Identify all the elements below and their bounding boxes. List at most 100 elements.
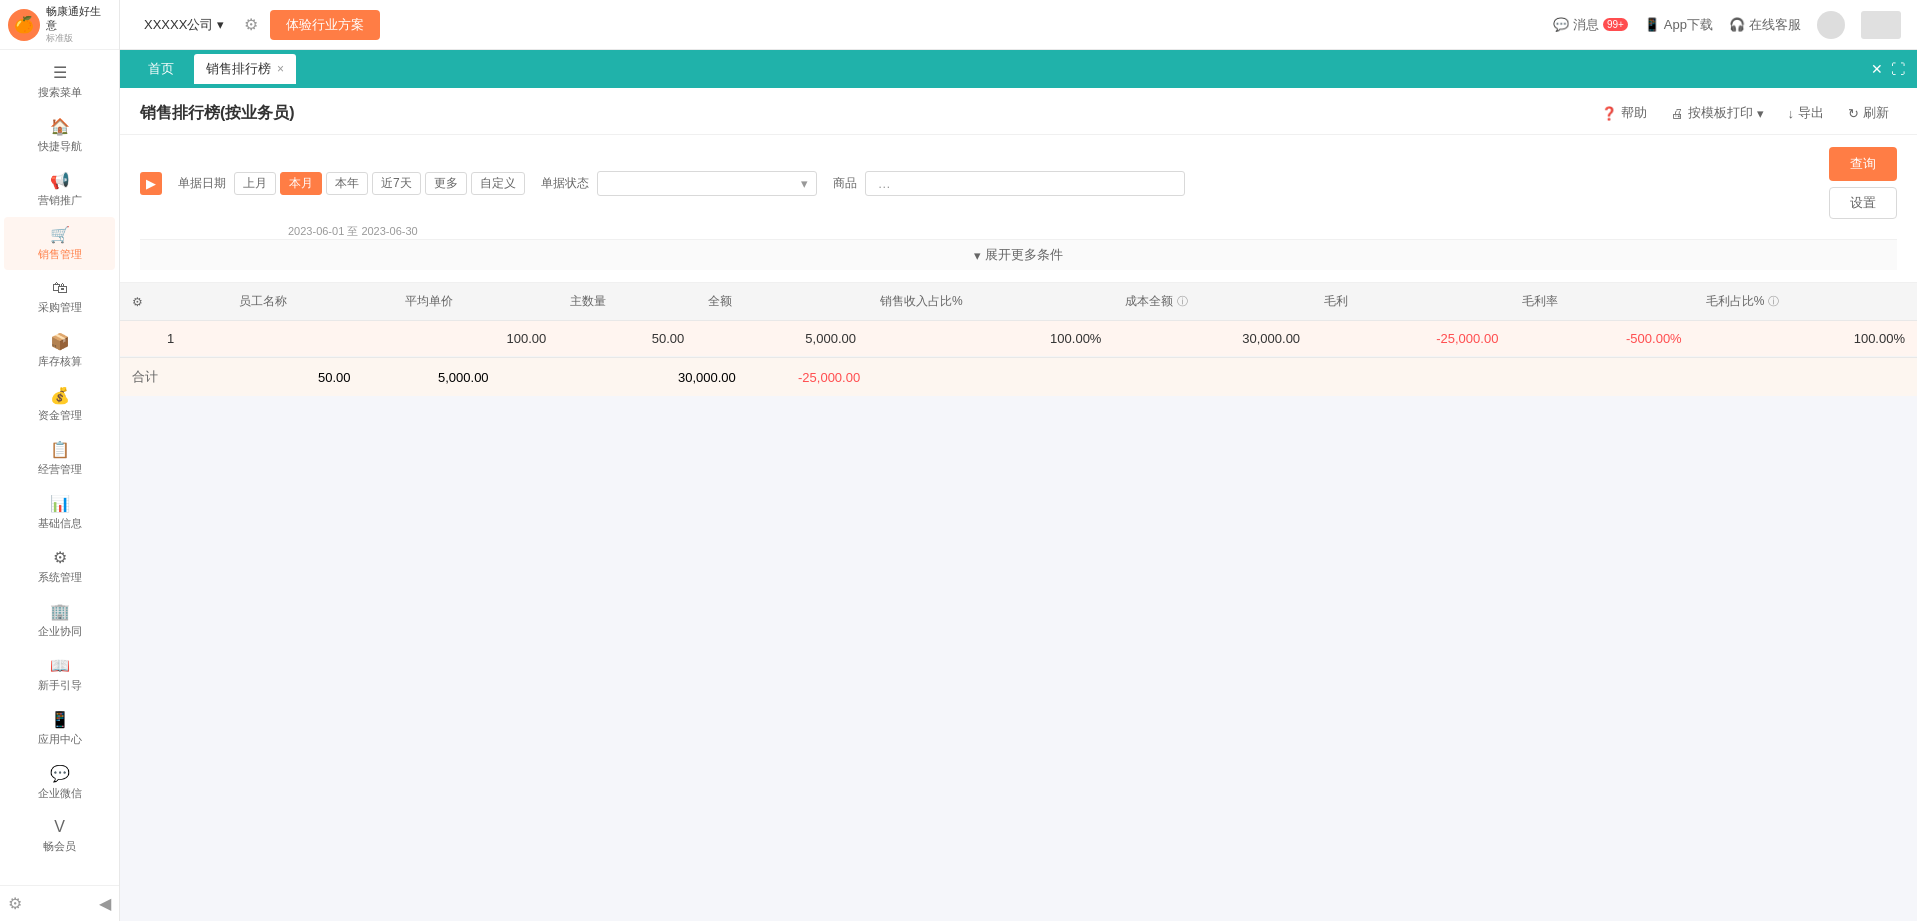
collapse-icon[interactable]: ◀ (99, 894, 111, 913)
app-download-button[interactable]: 📱 App下载 (1644, 16, 1713, 34)
help-icon: ❓ (1601, 106, 1617, 121)
logo-badge: 标准版 (46, 32, 111, 45)
date-btn-1[interactable]: 本月 (280, 172, 322, 195)
gross-pct-info-icon: ⓘ (1768, 295, 1779, 307)
help-button[interactable]: ❓ 帮助 (1593, 100, 1655, 126)
query-button[interactable]: 查询 (1829, 147, 1897, 181)
company-name: XXXXX公司 (144, 16, 213, 34)
expand-conditions-button[interactable]: ▾ 展开更多条件 (974, 246, 1063, 264)
filter-area: ▶ 单据日期 上月本月本年近7天更多自定义 单据状态 ▾ (120, 135, 1917, 283)
table-header: ⚙ 员工名称 平均单价 主数量 全额 销售收入占比% 成本全额 ⓘ 毛利 毛利率 (120, 283, 1917, 321)
table-wrapper: ⚙ 员工名称 平均单价 主数量 全额 销售收入占比% 成本全额 ⓘ 毛利 毛利率 (120, 283, 1917, 357)
headset-icon: 🎧 (1729, 17, 1745, 32)
wechat-label: 企业微信 (38, 786, 82, 801)
sidebar-item-apps[interactable]: 📱 应用中心 (4, 702, 115, 755)
tab-maximize-icon[interactable]: ⛶ (1891, 61, 1905, 77)
wechat-icon: 💬 (50, 764, 70, 783)
date-btn-5[interactable]: 自定义 (471, 172, 525, 195)
row-avg-price: 100.00 (393, 321, 559, 357)
sidebar-item-system[interactable]: ⚙ 系统管理 (4, 540, 115, 593)
sidebar-item-finance[interactable]: 💰 资金管理 (4, 378, 115, 431)
settings-icon[interactable]: ⚙ (8, 894, 22, 913)
goods-label: 商品 (833, 175, 857, 192)
chevron-down-icon: ▾ (974, 248, 981, 263)
tabbar-right: ✕ ⛶ (1871, 61, 1905, 77)
main-area: XXXXX公司 ▾ ⚙ 体验行业方案 💬 消息 99+ 📱 App下载 🎧 在线… (120, 0, 1917, 921)
print-icon: 🖨 (1671, 106, 1684, 121)
member-icon: V (54, 818, 65, 836)
col-cost: 成本全额 ⓘ (1113, 283, 1312, 321)
sidebar-item-corp[interactable]: 🏢 企业协同 (4, 594, 115, 647)
message-button[interactable]: 💬 消息 99+ (1553, 16, 1628, 34)
print-label: 按模板打印 (1688, 104, 1753, 122)
sidebar-item-purchase[interactable]: 🛍 采购管理 (4, 271, 115, 323)
sidebar-item-search[interactable]: ☰ 搜索菜单 (4, 55, 115, 108)
tab-label: 销售排行榜 (206, 60, 271, 78)
goods-select[interactable]: … (865, 171, 1185, 196)
date-btn-3[interactable]: 近7天 (372, 172, 421, 195)
date-btn-2[interactable]: 本年 (326, 172, 368, 195)
row-main-qty: 50.00 (558, 321, 696, 357)
page-title: 销售排行榜(按业务员) (140, 103, 295, 124)
tab-sales-ranking[interactable]: 销售排行榜 × (194, 54, 296, 84)
shortcut-label: 快捷导航 (38, 139, 82, 154)
topbar-gear-icon[interactable]: ⚙ (244, 15, 258, 34)
sidebar-item-member[interactable]: V 畅会员 (4, 810, 115, 862)
trial-button[interactable]: 体验行业方案 (270, 10, 380, 40)
sidebar-item-marketing[interactable]: 📢 营销推广 (4, 163, 115, 216)
online-service-label: 在线客服 (1749, 16, 1801, 34)
cost-info-icon: ⓘ (1177, 295, 1188, 307)
message-label: 消息 (1573, 16, 1599, 34)
settings-button[interactable]: 设置 (1829, 187, 1897, 219)
refresh-label: 刷新 (1863, 104, 1889, 122)
footer-main-qty: 50.00 (318, 370, 398, 385)
footer-amount: 5,000.00 (438, 370, 518, 385)
apps-icon: 📱 (50, 710, 70, 729)
tab-close-icon[interactable]: × (277, 62, 284, 76)
sidebar-item-inventory[interactable]: 📦 库存核算 (4, 324, 115, 377)
filter-expand-icon[interactable]: ▶ (140, 172, 162, 195)
shortcut-icon: 🏠 (50, 117, 70, 136)
row-gross-rate: -500.00% (1510, 321, 1693, 357)
sidebar-item-operations[interactable]: 📋 经营管理 (4, 432, 115, 485)
goods-filter: 商品 … (833, 171, 1185, 196)
row-sales-pct: 100.00% (868, 321, 1113, 357)
basic-icon: 📊 (50, 494, 70, 513)
refresh-button[interactable]: ↻ 刷新 (1840, 100, 1897, 126)
col-main-qty: 主数量 (558, 283, 696, 321)
sidebar-item-shortcut[interactable]: 🏠 快捷导航 (4, 109, 115, 162)
online-service-button[interactable]: 🎧 在线客服 (1729, 16, 1801, 34)
tab-home[interactable]: 首页 (132, 54, 190, 84)
sidebar-item-sales[interactable]: 🛒 销售管理 (4, 217, 115, 270)
system-icon: ⚙ (53, 548, 67, 567)
avatar[interactable] (1817, 11, 1845, 39)
row-cost: 30,000.00 (1113, 321, 1312, 357)
row-gross: -25,000.00 (1312, 321, 1510, 357)
message-icon: 💬 (1553, 17, 1569, 32)
export-button[interactable]: ↓ 导出 (1780, 100, 1833, 126)
company-selector[interactable]: XXXXX公司 ▾ (136, 12, 232, 38)
col-name: 员工名称 (227, 283, 393, 321)
col-avg-price: 平均单价 (393, 283, 559, 321)
goods-more-icon[interactable]: … (878, 176, 891, 191)
row-amount: 5,000.00 (696, 321, 868, 357)
date-btn-0[interactable]: 上月 (234, 172, 276, 195)
filter-actions: 查询 设置 (1829, 147, 1897, 219)
topbar: XXXXX公司 ▾ ⚙ 体验行业方案 💬 消息 99+ 📱 App下载 🎧 在线… (120, 0, 1917, 50)
expand-label: 展开更多条件 (985, 246, 1063, 264)
sidebar-item-wechat[interactable]: 💬 企业微信 (4, 756, 115, 809)
table-row: 1 100.00 50.00 5,000.00 100.00% 30,000.0… (120, 321, 1917, 357)
table-footer: 合计 50.00 5,000.00 30,000.00 -25,000.00 (120, 357, 1917, 396)
logo-icon: 🍊 (8, 9, 40, 41)
print-button[interactable]: 🖨 按模板打印 ▾ (1663, 100, 1772, 126)
status-label: 单据状态 (541, 175, 589, 192)
col-rank (155, 283, 227, 321)
col-gear[interactable]: ⚙ (120, 283, 155, 321)
status-select[interactable]: ▾ (597, 171, 817, 196)
sidebar-item-basic[interactable]: 📊 基础信息 (4, 486, 115, 539)
company-dropdown-icon: ▾ (217, 17, 224, 32)
tab-close-all-icon[interactable]: ✕ (1871, 61, 1883, 77)
date-btn-4[interactable]: 更多 (425, 172, 467, 195)
sidebar-item-guide[interactable]: 📖 新手引导 (4, 648, 115, 701)
expand-conditions-row: ▾ 展开更多条件 (140, 239, 1897, 270)
